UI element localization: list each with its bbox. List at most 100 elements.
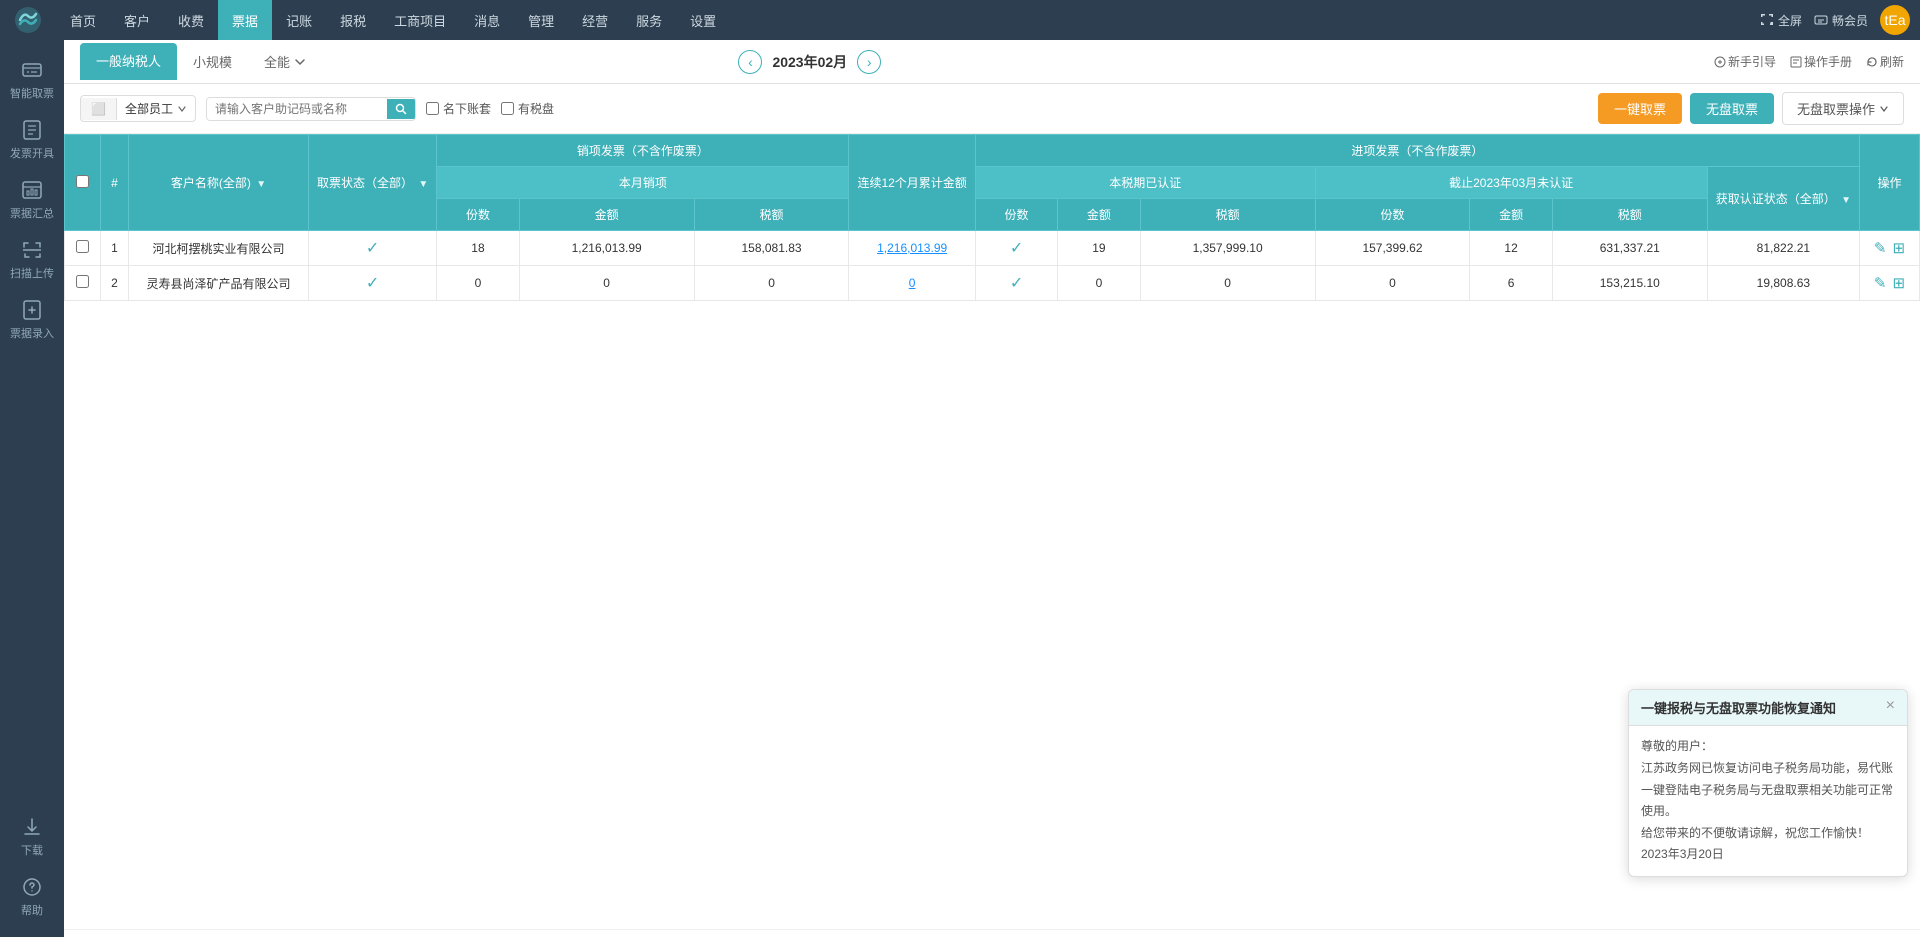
td-pickup-status-1: ✓ bbox=[309, 231, 437, 266]
th-recognize-status-text: 获取认证状态（全部） bbox=[1716, 192, 1836, 206]
nav-ticket[interactable]: 票据 bbox=[218, 0, 272, 40]
filter-value[interactable]: 全部员工 bbox=[117, 96, 195, 121]
nav-charge[interactable]: 收费 bbox=[164, 0, 218, 40]
td-this-term-count-2: 0 bbox=[1058, 266, 1140, 301]
th-no: # bbox=[101, 135, 129, 231]
nav-business[interactable]: 工商项目 bbox=[380, 0, 460, 40]
td-continuous12-2[interactable]: 0 bbox=[849, 266, 975, 301]
checkbox-subsidiary-label: 名下账套 bbox=[443, 100, 491, 117]
fullscreen-icon bbox=[1760, 13, 1774, 27]
main-table: # 客户名称(全部) ▼ 取票状态（全部） ▼ 销项发票（不含作废票） 连续12… bbox=[64, 134, 1920, 301]
date-nav-area: ‹ 2023年02月 › bbox=[738, 50, 881, 74]
td-checkbox-2[interactable] bbox=[65, 266, 101, 301]
nav-bookkeeping[interactable]: 记账 bbox=[272, 0, 326, 40]
next-month-btn[interactable]: › bbox=[857, 50, 881, 74]
tab-small-scale[interactable]: 小规模 bbox=[177, 44, 248, 79]
nav-operation[interactable]: 经营 bbox=[568, 0, 622, 40]
checkbox-taxdisk-input[interactable] bbox=[501, 102, 514, 115]
th-until-tax: 税额 bbox=[1552, 199, 1707, 231]
td-this-term-count-1: 19 bbox=[1058, 231, 1140, 266]
edit-icon-1[interactable]: ✎ bbox=[1874, 239, 1887, 257]
checkbox-subsidiary-input[interactable] bbox=[426, 102, 439, 115]
employee-filter[interactable]: ⬜ 全部员工 bbox=[80, 95, 196, 122]
checkbox-taxdisk[interactable]: 有税盘 bbox=[501, 100, 554, 117]
guide-label: 新手引导 bbox=[1728, 53, 1776, 70]
view-icon-1[interactable]: ⊞ bbox=[1893, 239, 1906, 257]
tab-general-taxpayer[interactable]: 一般纳税人 bbox=[80, 43, 177, 80]
diskless-operation-btn[interactable]: 无盘取票操作 bbox=[1782, 92, 1904, 125]
td-sales-tax-2: 0 bbox=[694, 266, 849, 301]
guide-btn[interactable]: 新手引导 bbox=[1714, 53, 1776, 70]
view-icon-2[interactable]: ⊞ bbox=[1893, 274, 1906, 292]
td-until-tax-1: 81,822.21 bbox=[1707, 231, 1859, 266]
nav-tax[interactable]: 报税 bbox=[326, 0, 380, 40]
th-pickup-status: 取票状态（全部） ▼ bbox=[309, 135, 437, 231]
td-recognize-status-1: ✓ bbox=[975, 231, 1057, 266]
customer-filter-icon[interactable]: ▼ bbox=[256, 179, 266, 190]
edit-icon-2[interactable]: ✎ bbox=[1874, 274, 1887, 292]
search-button[interactable] bbox=[387, 99, 415, 119]
avatar-text: tEa bbox=[1884, 12, 1905, 28]
member-btn[interactable]: 畅会员 bbox=[1814, 12, 1868, 29]
nav-items: 首页 客户 收费 票据 记账 报税 工商项目 消息 管理 经营 服务 设置 bbox=[56, 0, 1760, 40]
nav-customer[interactable]: 客户 bbox=[110, 0, 164, 40]
td-sales-amount-2: 0 bbox=[519, 266, 694, 301]
nav-manage[interactable]: 管理 bbox=[514, 0, 568, 40]
sidebar-item-scan[interactable]: 扫描上传 bbox=[0, 230, 64, 290]
td-checkbox-1[interactable] bbox=[65, 231, 101, 266]
sidebar-item-invoice[interactable]: 发票开具 bbox=[0, 110, 64, 170]
th-customer-name-text: 客户名称(全部) bbox=[171, 176, 251, 190]
sidebar-item-smart-ticket[interactable]: 智能取票 bbox=[0, 50, 64, 110]
diskless-operation-label: 无盘取票操作 bbox=[1797, 99, 1875, 118]
nav-settings[interactable]: 设置 bbox=[676, 0, 730, 40]
notification-content-line1: 尊敬的用户： bbox=[1641, 736, 1895, 758]
td-until-count-1: 12 bbox=[1470, 231, 1552, 266]
td-action-2: ✎ ⊞ bbox=[1860, 266, 1920, 301]
row-checkbox-2[interactable] bbox=[76, 275, 89, 288]
prev-month-btn[interactable]: ‹ bbox=[738, 50, 762, 74]
pickup-filter-icon[interactable]: ▼ bbox=[418, 179, 428, 190]
nav-home[interactable]: 首页 bbox=[56, 0, 110, 40]
td-until-count-2: 6 bbox=[1470, 266, 1552, 301]
td-continuous12-1[interactable]: 1,216,013.99 bbox=[849, 231, 975, 266]
diskless-pickup-btn[interactable]: 无盘取票 bbox=[1690, 93, 1774, 124]
one-click-pickup-btn[interactable]: 一键取票 bbox=[1598, 93, 1682, 124]
select-all-checkbox[interactable] bbox=[76, 175, 89, 188]
search-input[interactable] bbox=[207, 98, 387, 120]
guide-icon bbox=[1714, 56, 1726, 68]
nav-message[interactable]: 消息 bbox=[460, 0, 514, 40]
pickup-check-icon-1: ✓ bbox=[366, 240, 379, 257]
th-recognize-status: 获取认证状态（全部） ▼ bbox=[1707, 167, 1859, 231]
td-this-term-tax-2: 0 bbox=[1315, 266, 1470, 301]
notification-header: 一键报税与无盘取票功能恢复通知 × bbox=[1629, 690, 1907, 726]
sidebar-item-download[interactable]: 下载 bbox=[0, 807, 64, 867]
sidebar-item-entry[interactable]: 票据录入 bbox=[0, 290, 64, 350]
sidebar-item-summary[interactable]: 票据汇总 bbox=[0, 170, 64, 230]
sidebar-item-help[interactable]: 帮助 bbox=[0, 867, 64, 927]
refresh-btn[interactable]: 刷新 bbox=[1866, 53, 1904, 70]
row-checkbox-1[interactable] bbox=[76, 240, 89, 253]
td-action-1: ✎ ⊞ bbox=[1860, 231, 1920, 266]
th-sales-invoice-group: 销项发票（不含作废票） bbox=[437, 135, 849, 167]
top-nav-right: 全屏 畅会员 tEa bbox=[1760, 5, 1910, 35]
notification-title: 一键报税与无盘取票功能恢复通知 bbox=[1641, 698, 1836, 717]
sidebar-item-scan-label: 扫描上传 bbox=[10, 265, 54, 281]
summary-icon bbox=[21, 179, 43, 201]
chevron-down-icon bbox=[294, 56, 306, 68]
td-until-tax-2: 19,808.63 bbox=[1707, 266, 1859, 301]
operation-dropdown-icon bbox=[1879, 104, 1889, 114]
sidebar-item-download-label: 下载 bbox=[21, 842, 43, 858]
nav-service[interactable]: 服务 bbox=[622, 0, 676, 40]
search-box bbox=[206, 97, 416, 121]
tab-all[interactable]: 全能 bbox=[248, 44, 322, 79]
th-current-month: 本月销项 bbox=[437, 167, 849, 199]
recognize-filter-icon[interactable]: ▼ bbox=[1841, 195, 1851, 206]
th-until-march: 截止2023年03月未认证 bbox=[1315, 167, 1707, 199]
ticket-icon bbox=[21, 59, 43, 81]
checkbox-subsidiary[interactable]: 名下账套 bbox=[426, 100, 491, 117]
manual-btn[interactable]: 操作手册 bbox=[1790, 53, 1852, 70]
td-pickup-status-2: ✓ bbox=[309, 266, 437, 301]
avatar[interactable]: tEa bbox=[1880, 5, 1910, 35]
notification-close-btn[interactable]: × bbox=[1886, 698, 1895, 714]
fullscreen-btn[interactable]: 全屏 bbox=[1760, 12, 1802, 29]
